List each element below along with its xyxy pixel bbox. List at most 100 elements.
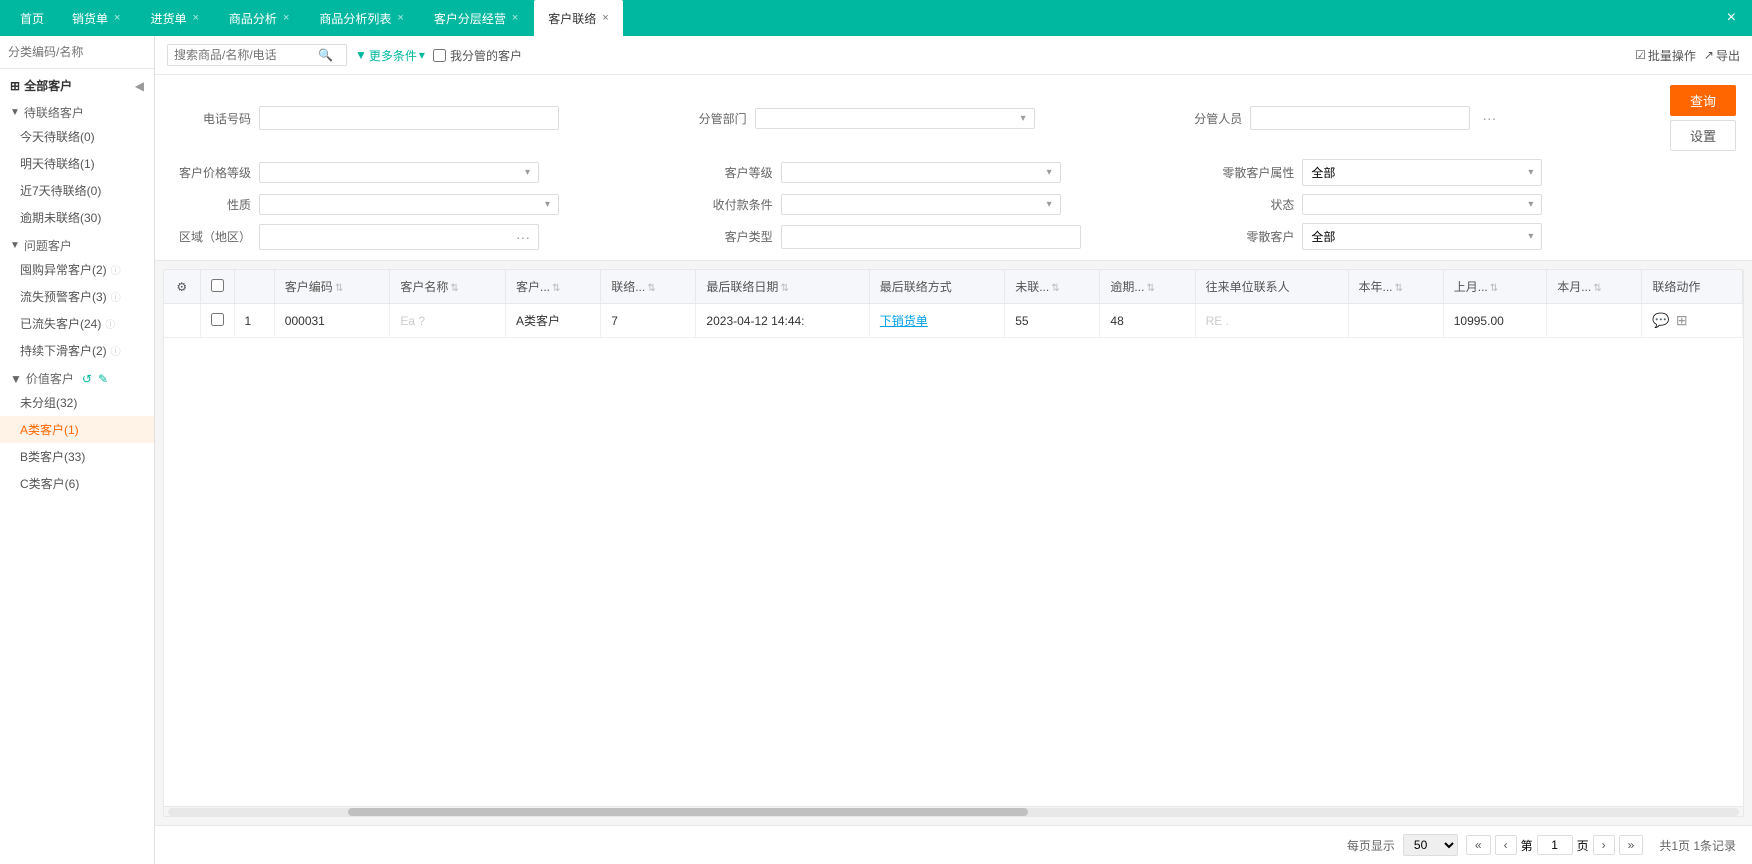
nav-close-all[interactable]: × [1719, 9, 1744, 27]
col-type[interactable]: 客户...⇅ [505, 270, 600, 304]
my-customer-checkbox[interactable] [433, 49, 446, 62]
phone-input[interactable] [259, 106, 559, 130]
current-page-input[interactable] [1537, 835, 1573, 855]
scroll-thumb[interactable] [348, 808, 1028, 816]
export-btn[interactable]: ↗ 导出 [1704, 47, 1740, 64]
sidebar-item-b-class[interactable]: B类客户(33) [0, 443, 154, 470]
value-refresh-icon[interactable]: ↺ [82, 372, 92, 386]
sidebar-item-lost-warning-label: 流失预警客户(3) [20, 288, 107, 305]
col-name[interactable]: 客户名称⇅ [390, 270, 506, 304]
sidebar-item-7days[interactable]: 近7天待联络(0) [0, 177, 154, 204]
more-filter-btn[interactable]: ▼ 更多条件 ▾ [355, 47, 425, 64]
price-level-arrow: ▾ [525, 167, 530, 178]
filter-search-input[interactable] [174, 48, 314, 62]
filter-row-3: 性质 ▾ 收付款条件 ▾ 状态 [171, 194, 1736, 215]
problem-customers-group[interactable]: ▼ 问题客户 [0, 231, 154, 256]
payment-select[interactable]: ▾ [781, 194, 1061, 215]
sidebar-search-input[interactable] [8, 45, 155, 59]
price-level-select[interactable]: ▾ [259, 162, 539, 183]
sidebar-collapse-icon[interactable]: ◀ [135, 79, 144, 93]
col-unit-contact[interactable]: 往来单位联系人 [1195, 270, 1348, 304]
sidebar-item-c-class[interactable]: C类客户(6) [0, 470, 154, 497]
next-page-btn[interactable]: › [1593, 835, 1615, 855]
row-this-year [1348, 304, 1443, 338]
scatter-attr-select[interactable]: 全部 ▾ [1302, 159, 1542, 186]
grid-action-icon[interactable]: ⊞ [1676, 312, 1688, 329]
sidebar-item-lost[interactable]: 已流失客户(24) ⓘ [0, 310, 154, 337]
col-overdue[interactable]: 逾期...⇅ [1100, 270, 1195, 304]
page-size-label: 每页显示 [1347, 837, 1395, 854]
page-size-select[interactable]: 50 100 200 [1403, 834, 1458, 856]
customer-level-select[interactable]: ▾ [781, 162, 1061, 183]
row-unit-contact: RE . [1195, 304, 1348, 338]
sidebar-item-declining[interactable]: 持续下滑客户(2) ⓘ [0, 337, 154, 364]
filter-search-icon[interactable]: 🔍 [318, 48, 333, 62]
sidebar-item-lost-warning[interactable]: 流失预警客户(3) ⓘ [0, 283, 154, 310]
value-edit-icon[interactable]: ✎ [98, 372, 108, 386]
dept-select[interactable]: ▾ [755, 108, 1035, 129]
prev-page-btn[interactable]: ‹ [1495, 835, 1517, 855]
last-page-btn[interactable]: » [1619, 835, 1644, 855]
nav-purchase-close[interactable]: × [192, 12, 198, 24]
chat-action-icon[interactable]: 💬 [1652, 312, 1669, 329]
nav-sales[interactable]: 销货单 × [58, 0, 134, 36]
select-all-checkbox[interactable] [211, 279, 224, 292]
nav-goods-list-close[interactable]: × [397, 12, 403, 24]
col-this-year[interactable]: 本年...⇅ [1348, 270, 1443, 304]
nav-customer-layer[interactable]: 客户分层经营 × [420, 0, 532, 36]
stockpile-info-icon: ⓘ [111, 262, 121, 277]
manager-dots[interactable]: ··· [1482, 110, 1496, 126]
pending-contact-group[interactable]: ▼ 待联络客户 [0, 98, 154, 123]
row-checkbox[interactable] [211, 313, 224, 326]
batch-op-btn[interactable]: ☑ 批量操作 [1635, 47, 1696, 64]
filter-manager: 分管人员 ··· [1162, 106, 1658, 130]
sidebar-item-ungroup[interactable]: 未分组(32) [0, 389, 154, 416]
horizontal-scrollbar[interactable] [164, 806, 1743, 816]
sidebar-item-overdue[interactable]: 逾期未联络(30) [0, 204, 154, 231]
table-header-row: ⚙ 客户编码⇅ 客户名称⇅ 客户...⇅ 联络...⇅ 最后联络日期⇅ 最后联络… [164, 270, 1743, 304]
nav-purchase[interactable]: 进货单 × [136, 0, 212, 36]
col-this-month[interactable]: 本月...⇅ [1547, 270, 1642, 304]
sidebar-item-stockpile[interactable]: 囤购异常客户(2) ⓘ [0, 256, 154, 283]
dept-select-arrow: ▾ [1021, 113, 1026, 124]
scatter-customer-select[interactable]: 全部 ▾ [1302, 223, 1542, 250]
my-customer-checkbox-group: 我分管的客户 [433, 47, 522, 64]
pagination-bar: 每页显示 50 100 200 « ‹ 第 页 › » 共1页 1条记录 [155, 825, 1752, 864]
action-icons-group: 💬 ⊞ [1652, 312, 1732, 329]
nav-sales-close[interactable]: × [114, 12, 120, 24]
nav-goods-list[interactable]: 商品分析列表 × [305, 0, 417, 36]
nature-select[interactable]: ▾ [259, 194, 559, 215]
customer-type-input[interactable] [781, 225, 1081, 249]
value-customers-group[interactable]: ▼ 价值客户 ↺ ✎ [0, 364, 154, 389]
nav-customer-contact-close[interactable]: × [602, 12, 608, 24]
col-contact[interactable]: 联络...⇅ [601, 270, 696, 304]
col-last-month[interactable]: 上月...⇅ [1443, 270, 1546, 304]
filter-icon: ▼ [355, 48, 367, 62]
col-last-date[interactable]: 最后联络日期⇅ [696, 270, 869, 304]
lost-info-icon: ⓘ [105, 316, 115, 331]
region-dots[interactable]: ··· [516, 229, 530, 245]
dept-label: 分管部门 [667, 110, 747, 127]
batch-op-label: 批量操作 [1648, 47, 1696, 64]
sidebar-item-a-class[interactable]: A类客户(1) [0, 416, 154, 443]
status-select[interactable]: ▾ [1302, 194, 1542, 215]
nav-goods-analysis[interactable]: 商品分析 × [215, 0, 303, 36]
nav-home[interactable]: 首页 [8, 0, 56, 36]
col-last-way[interactable]: 最后联络方式 [869, 270, 1004, 304]
all-customers-header[interactable]: ⊞ 全部客户 ◀ [0, 69, 154, 98]
sidebar-item-tomorrow[interactable]: 明天待联络(1) [0, 150, 154, 177]
col-setting[interactable]: ⚙ [164, 270, 200, 304]
region-select[interactable]: ··· [259, 224, 539, 250]
query-button[interactable]: 查询 [1670, 85, 1736, 116]
setting-button[interactable]: 设置 [1670, 120, 1736, 151]
nav-customer-layer-close[interactable]: × [512, 12, 518, 24]
col-code[interactable]: 客户编码⇅ [274, 270, 390, 304]
col-not-contact[interactable]: 未联...⇅ [1005, 270, 1100, 304]
first-page-btn[interactable]: « [1466, 835, 1491, 855]
col-checkbox[interactable] [200, 270, 234, 304]
nav-customer-contact[interactable]: 客户联络 × [534, 0, 622, 36]
last-way-link[interactable]: 下销货单 [880, 314, 928, 328]
sidebar-item-today[interactable]: 今天待联络(0) [0, 123, 154, 150]
manager-input[interactable] [1250, 106, 1470, 130]
nav-goods-analysis-close[interactable]: × [283, 12, 289, 24]
